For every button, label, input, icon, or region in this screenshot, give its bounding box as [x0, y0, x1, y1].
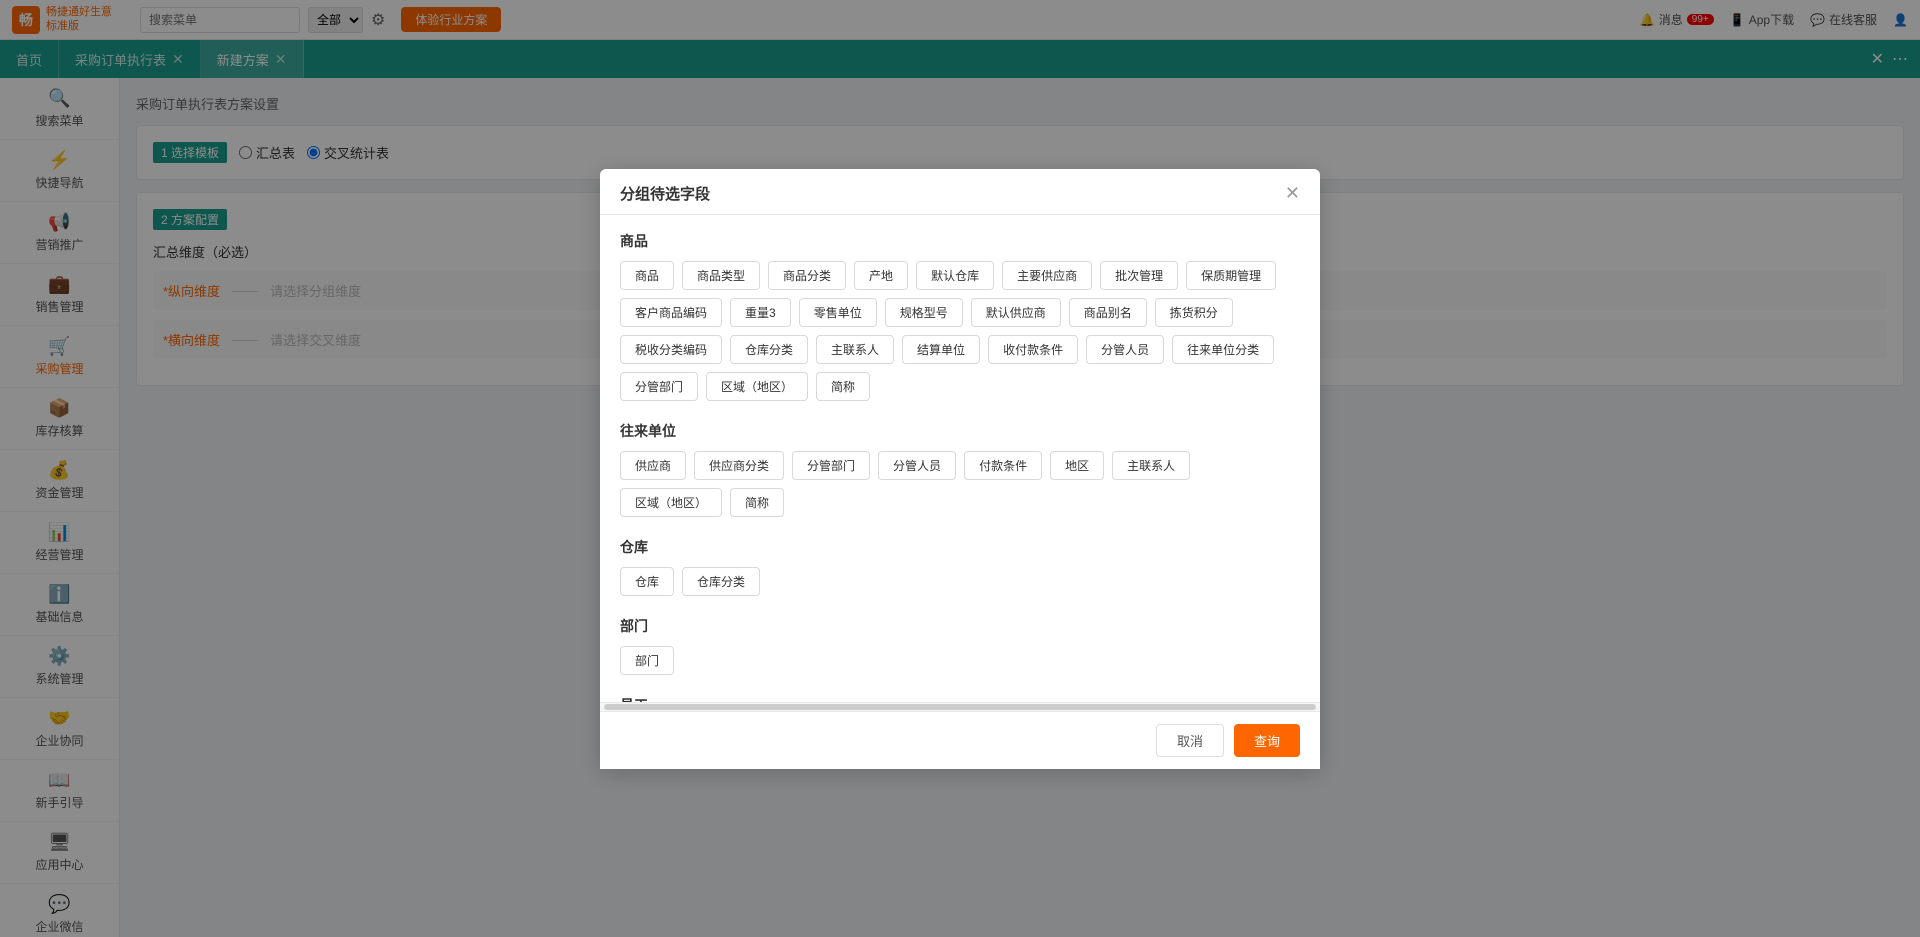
field-tag[interactable]: 简称	[816, 372, 870, 401]
section-warehouse: 仓库 仓库 仓库分类	[620, 537, 1300, 596]
field-tag[interactable]: 主联系人	[816, 335, 894, 364]
field-tag[interactable]: 供应商分类	[694, 451, 784, 480]
field-tag[interactable]: 零售单位	[799, 298, 877, 327]
field-select-modal: 分组待选字段 ✕ 商品 商品 商品类型 商品分类 产地 默认仓库 主要供应商 批…	[600, 169, 1320, 769]
field-tag[interactable]: 供应商	[620, 451, 686, 480]
field-tag[interactable]: 往来单位分类	[1172, 335, 1274, 364]
modal-overlay: 分组待选字段 ✕ 商品 商品 商品类型 商品分类 产地 默认仓库 主要供应商 批…	[0, 0, 1920, 937]
field-tag[interactable]: 分管人员	[878, 451, 956, 480]
section-department: 部门 部门	[620, 616, 1300, 675]
field-tag[interactable]: 批次管理	[1100, 261, 1178, 290]
field-tag[interactable]: 保质期管理	[1186, 261, 1276, 290]
field-tag[interactable]: 地区	[1050, 451, 1104, 480]
section-goods-title: 商品	[620, 231, 1300, 251]
field-tag[interactable]: 仓库分类	[730, 335, 808, 364]
cancel-button[interactable]: 取消	[1156, 724, 1224, 757]
field-tag[interactable]: 区域（地区）	[706, 372, 808, 401]
field-tag[interactable]: 商品类型	[682, 261, 760, 290]
field-tag[interactable]: 分管人员	[1086, 335, 1164, 364]
section-counterpart-title: 往来单位	[620, 421, 1300, 441]
modal-header: 分组待选字段 ✕	[600, 169, 1320, 215]
field-tag[interactable]: 商品	[620, 261, 674, 290]
field-tag[interactable]: 规格型号	[885, 298, 963, 327]
section-employee-title: 员工	[620, 695, 1300, 702]
field-tag[interactable]: 客户商品编码	[620, 298, 722, 327]
field-tag[interactable]: 部门	[620, 646, 674, 675]
modal-title: 分组待选字段	[620, 183, 710, 204]
field-tag[interactable]: 主要供应商	[1002, 261, 1092, 290]
modal-footer: 取消 查询	[600, 711, 1320, 769]
section-warehouse-tags: 仓库 仓库分类	[620, 567, 1300, 596]
field-tag[interactable]: 仓库分类	[682, 567, 760, 596]
field-tag[interactable]: 默认仓库	[916, 261, 994, 290]
confirm-button[interactable]: 查询	[1234, 724, 1300, 757]
section-goods: 商品 商品 商品类型 商品分类 产地 默认仓库 主要供应商 批次管理 保质期管理…	[620, 231, 1300, 401]
section-counterpart-tags: 供应商 供应商分类 分管部门 分管人员 付款条件 地区 主联系人 区域（地区） …	[620, 451, 1300, 517]
field-tag[interactable]: 重量3	[730, 298, 791, 327]
field-tag[interactable]: 分管部门	[620, 372, 698, 401]
modal-horizontal-scrollbar[interactable]	[600, 702, 1320, 711]
field-tag[interactable]: 商品别名	[1069, 298, 1147, 327]
field-tag[interactable]: 商品分类	[768, 261, 846, 290]
modal-hscroll-thumb	[604, 704, 1316, 710]
section-department-title: 部门	[620, 616, 1300, 636]
field-tag[interactable]: 拣货积分	[1155, 298, 1233, 327]
field-tag[interactable]: 区域（地区）	[620, 488, 722, 517]
field-tag[interactable]: 分管部门	[792, 451, 870, 480]
field-tag[interactable]: 主联系人	[1112, 451, 1190, 480]
field-tag[interactable]: 收付款条件	[988, 335, 1078, 364]
field-tag[interactable]: 付款条件	[964, 451, 1042, 480]
field-tag[interactable]: 简称	[730, 488, 784, 517]
section-employee: 员工 业务员	[620, 695, 1300, 702]
field-tag[interactable]: 产地	[854, 261, 908, 290]
section-counterpart: 往来单位 供应商 供应商分类 分管部门 分管人员 付款条件 地区 主联系人 区域…	[620, 421, 1300, 517]
section-goods-tags: 商品 商品类型 商品分类 产地 默认仓库 主要供应商 批次管理 保质期管理 客户…	[620, 261, 1300, 401]
field-tag[interactable]: 仓库	[620, 567, 674, 596]
section-department-tags: 部门	[620, 646, 1300, 675]
modal-close-btn[interactable]: ✕	[1285, 183, 1300, 204]
field-tag[interactable]: 默认供应商	[971, 298, 1061, 327]
section-warehouse-title: 仓库	[620, 537, 1300, 557]
field-tag[interactable]: 税收分类编码	[620, 335, 722, 364]
field-tag[interactable]: 结算单位	[902, 335, 980, 364]
modal-body[interactable]: 商品 商品 商品类型 商品分类 产地 默认仓库 主要供应商 批次管理 保质期管理…	[600, 215, 1320, 702]
